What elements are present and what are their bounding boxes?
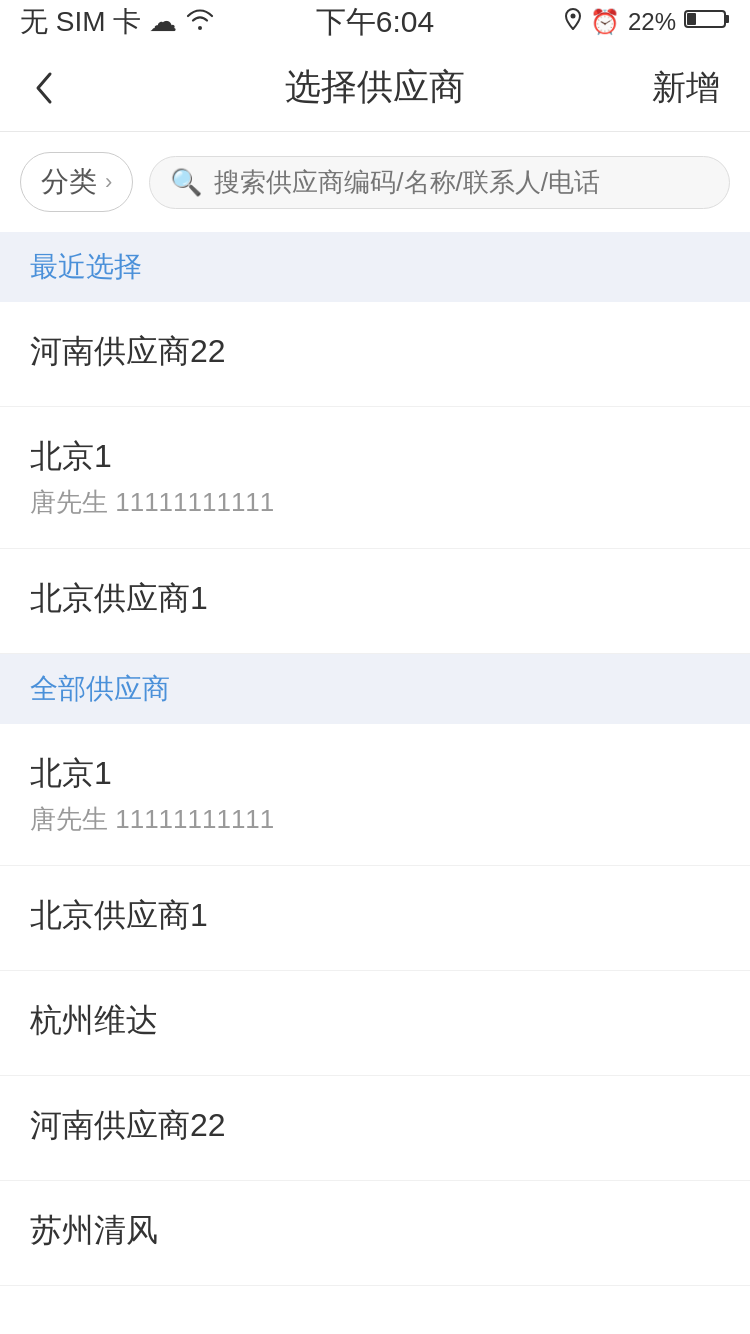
list-item-sub: 唐先生 11111111111 — [30, 485, 720, 520]
nav-bar: 选择供应商 新增 — [0, 44, 750, 132]
recent-section-label: 最近选择 — [30, 251, 142, 282]
list-item[interactable]: 河南供应商22 — [0, 1076, 750, 1181]
list-item[interactable]: 苏州清风 — [0, 1181, 750, 1286]
recent-section-header: 最近选择 — [0, 232, 750, 302]
alarm-icon: ⏰ — [590, 8, 620, 36]
list-item-name: 北京供应商1 — [30, 894, 720, 938]
status-right: ⏰ 22% — [564, 8, 730, 36]
list-item-name: 北京供应商1 — [30, 577, 720, 621]
sim-status: 无 SIM 卡 ☁ — [20, 3, 177, 41]
recent-list: 河南供应商22 北京1 唐先生 11111111111 北京供应商1 — [0, 302, 750, 654]
battery-icon — [684, 8, 730, 36]
list-item-name: 河南供应商22 — [30, 330, 720, 374]
list-item-name: 河南供应商22 — [30, 1104, 720, 1148]
location-icon — [564, 8, 582, 36]
back-button[interactable] — [30, 66, 90, 110]
svg-point-0 — [570, 14, 575, 19]
all-section-label: 全部供应商 — [30, 673, 170, 704]
page-title: 选择供应商 — [285, 63, 465, 112]
list-item-sub: 唐先生 11111111111 — [30, 802, 720, 837]
filter-bar: 分类 › 🔍 — [0, 132, 750, 232]
list-item-name: 杭州维达 — [30, 999, 720, 1043]
category-label: 分类 — [41, 163, 97, 201]
search-input[interactable] — [214, 167, 709, 198]
list-item[interactable]: 北京供应商1 — [0, 866, 750, 971]
search-icon: 🔍 — [170, 167, 202, 198]
all-section-header: 全部供应商 — [0, 654, 750, 724]
list-item[interactable]: 北京1 唐先生 11111111111 — [0, 724, 750, 866]
status-left: 无 SIM 卡 ☁ — [20, 3, 215, 41]
battery-percent: 22% — [628, 8, 676, 36]
list-item-name: 北京1 — [30, 435, 720, 479]
status-bar: 无 SIM 卡 ☁ 下午6:04 ⏰ 22% — [0, 0, 750, 44]
wifi-icon — [185, 6, 215, 38]
list-item[interactable]: 北京1 唐先生 11111111111 — [0, 407, 750, 549]
time-display: 下午6:04 — [316, 2, 434, 43]
list-item[interactable]: 北京供应商1 — [0, 549, 750, 654]
search-box[interactable]: 🔍 — [149, 156, 730, 209]
svg-rect-2 — [725, 15, 729, 23]
list-item-name: 北京1 — [30, 752, 720, 796]
category-filter-button[interactable]: 分类 › — [20, 152, 133, 212]
chevron-right-icon: › — [105, 169, 112, 195]
add-button[interactable]: 新增 — [652, 65, 720, 111]
svg-rect-3 — [687, 13, 696, 25]
list-item-name: 苏州清风 — [30, 1209, 720, 1253]
all-list: 北京1 唐先生 11111111111 北京供应商1 杭州维达河南供应商22 苏州清风 — [0, 724, 750, 1286]
list-item[interactable]: 河南供应商22 — [0, 302, 750, 407]
list-item[interactable]: 杭州维达 — [0, 971, 750, 1076]
